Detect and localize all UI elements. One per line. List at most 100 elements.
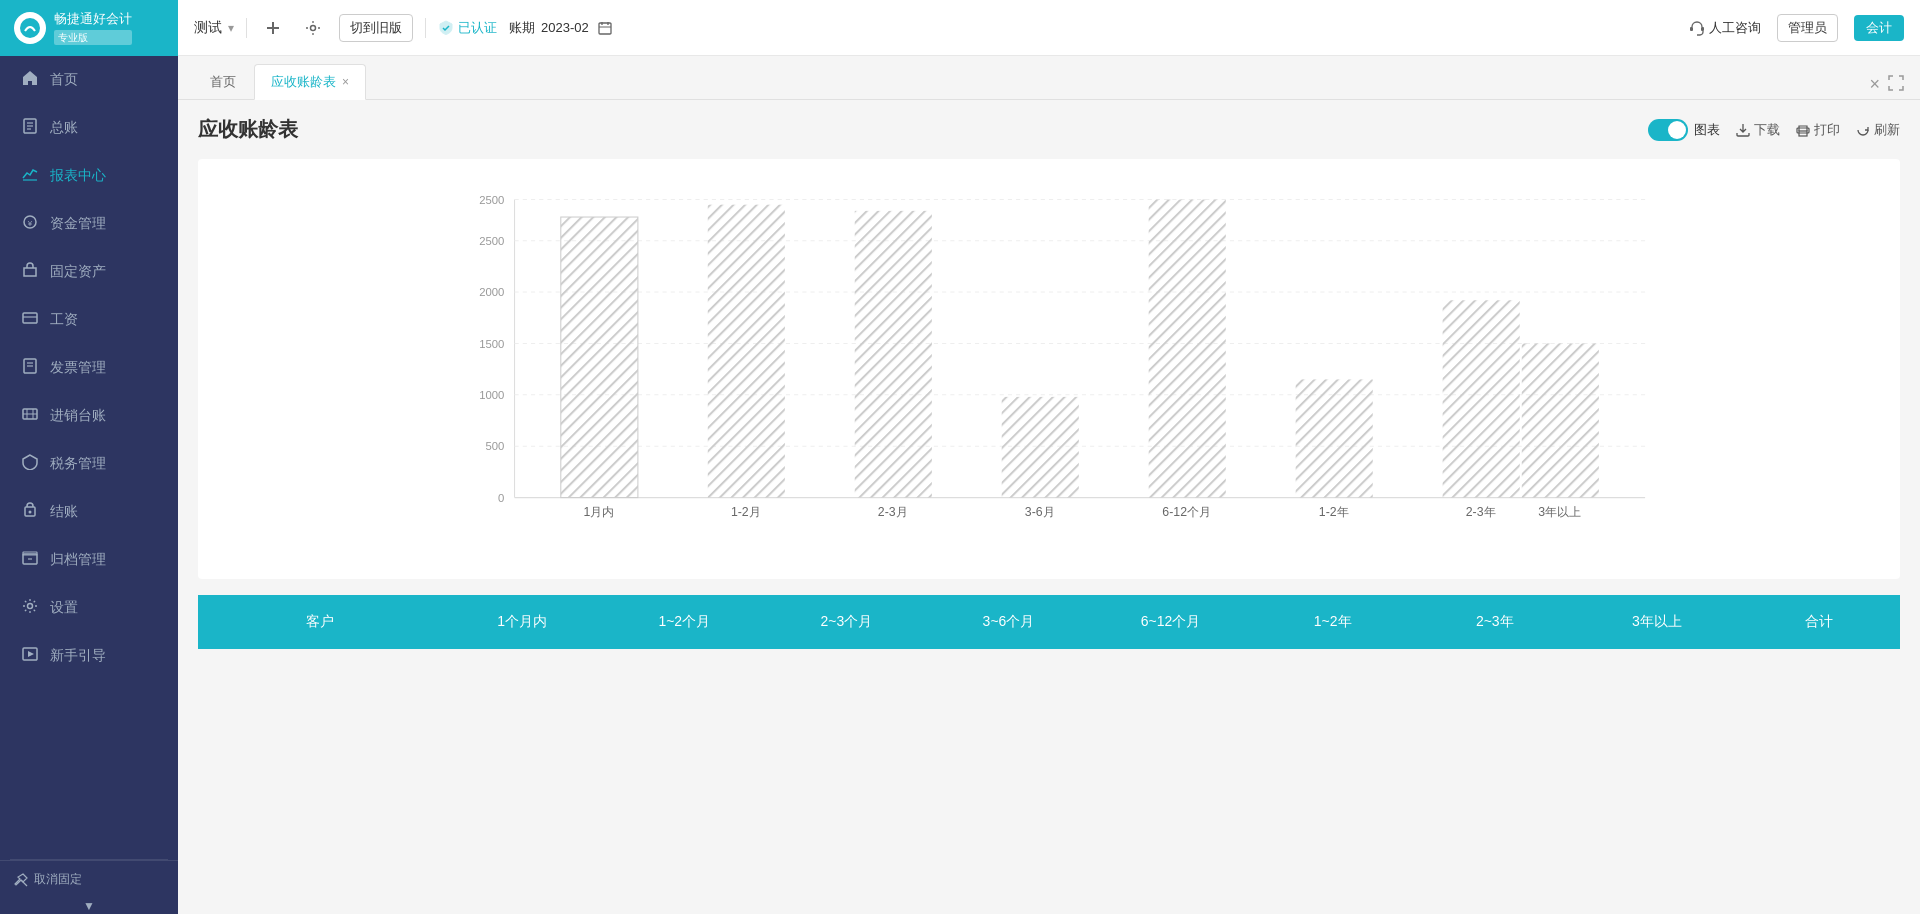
svg-text:1000: 1000: [479, 389, 504, 401]
col-header-3y-plus: 3年以上: [1576, 595, 1738, 649]
table-container: 客户 1个月内 1~2个月 2~3个月 3~6个月 6~12个月 1~2年 2~…: [198, 595, 1900, 649]
tab-home-label: 首页: [210, 73, 236, 91]
close-tab-button[interactable]: ×: [1869, 74, 1880, 95]
sidebar-item-sales[interactable]: 进销台账: [0, 392, 178, 440]
refresh-label: 刷新: [1874, 121, 1900, 139]
svg-rect-9: [23, 313, 37, 323]
refresh-button[interactable]: 刷新: [1856, 121, 1900, 139]
page-actions: 图表 下载 打印: [1648, 119, 1900, 141]
cancel-fixed-label: 取消固定: [34, 871, 82, 888]
svg-rect-30: [599, 23, 611, 34]
chart-container: 0 500 1000 1500 2000 2500 2500: [198, 159, 1900, 579]
settings-button[interactable]: [299, 14, 327, 42]
chart-toggle-group: 图表: [1648, 119, 1720, 141]
topbar-divider-1: [246, 18, 247, 38]
svg-rect-34: [1690, 27, 1693, 31]
svg-text:1500: 1500: [479, 338, 504, 350]
svg-rect-54: [561, 217, 638, 498]
svg-text:500: 500: [485, 440, 504, 452]
chart-toggle[interactable]: [1648, 119, 1688, 141]
user-button[interactable]: 管理员: [1777, 14, 1838, 42]
project-selector[interactable]: 测试 ▾: [194, 19, 234, 37]
topbar: 测试 ▾ 切到旧版 已认证 账期 2023-02: [178, 0, 1920, 56]
svg-rect-61: [1522, 343, 1599, 497]
svg-marker-25: [28, 651, 34, 657]
print-button[interactable]: 打印: [1796, 121, 1840, 139]
svg-text:1-2年: 1-2年: [1319, 505, 1349, 519]
svg-text:1-2月: 1-2月: [731, 505, 761, 519]
sidebar-label-newbie: 新手引导: [50, 647, 106, 665]
svg-text:2000: 2000: [479, 286, 504, 298]
sidebar-item-ledger[interactable]: 总账: [0, 104, 178, 152]
consult-button[interactable]: 人工咨询: [1689, 19, 1761, 37]
project-name: 测试: [194, 19, 222, 37]
svg-rect-60: [1443, 300, 1520, 497]
invoice-icon: [20, 358, 40, 378]
sidebar-item-reports[interactable]: 报表中心: [0, 152, 178, 200]
refresh-icon: [1856, 123, 1870, 137]
svg-rect-59: [1296, 379, 1373, 497]
reports-icon: [20, 166, 40, 186]
settings-icon: [20, 598, 40, 618]
svg-point-23: [28, 604, 33, 609]
tabbar-actions: ×: [1869, 74, 1904, 99]
period-display: 账期 2023-02: [509, 18, 615, 38]
tab-aging-label: 应收账龄表: [271, 73, 336, 91]
sidebar-label-reports: 报表中心: [50, 167, 106, 185]
calendar-button[interactable]: [595, 18, 615, 38]
sidebar-label-close: 结账: [50, 503, 78, 521]
chevron-down-icon: ▾: [228, 21, 234, 35]
sidebar-item-assets[interactable]: 固定资产: [0, 248, 178, 296]
sidebar-label-ledger: 总账: [50, 119, 78, 137]
app-logo: 畅捷通好会计 专业版: [0, 0, 178, 56]
tab-home[interactable]: 首页: [194, 65, 252, 99]
switch-version-button[interactable]: 切到旧版: [339, 14, 413, 42]
sidebar-label-payroll: 工资: [50, 311, 78, 329]
app-name: 畅捷通好会计 专业版: [54, 11, 132, 45]
bar-chart: 0 500 1000 1500 2000 2500 2500: [238, 179, 1860, 549]
download-button[interactable]: 下载: [1736, 121, 1780, 139]
col-header-2-3m: 2~3个月: [765, 595, 927, 649]
sidebar-item-close[interactable]: 结账: [0, 488, 178, 536]
col-header-1m: 1个月内: [441, 595, 603, 649]
svg-text:0: 0: [498, 492, 504, 504]
tabbar: 首页 应收账龄表 × ×: [178, 56, 1920, 100]
tab-close-icon[interactable]: ×: [342, 75, 349, 89]
sidebar-label-invoice: 发票管理: [50, 359, 106, 377]
certified-badge: 已认证: [438, 19, 497, 37]
accounting-button[interactable]: 会计: [1854, 15, 1904, 41]
sidebar-item-archive[interactable]: 归档管理: [0, 536, 178, 584]
svg-rect-57: [1002, 397, 1079, 498]
sidebar-item-home[interactable]: 首页: [0, 56, 178, 104]
page-title: 应收账龄表: [198, 116, 298, 143]
sidebar-item-settings[interactable]: 设置: [0, 584, 178, 632]
sidebar-item-invoice[interactable]: 发票管理: [0, 344, 178, 392]
page-header: 应收账龄表 图表 下载: [198, 116, 1900, 143]
sidebar-item-newbie[interactable]: 新手引导: [0, 632, 178, 680]
svg-text:6-12个月: 6-12个月: [1162, 505, 1211, 519]
tax-icon: [20, 454, 40, 474]
svg-rect-35: [1701, 27, 1704, 31]
expand-button[interactable]: [1888, 75, 1904, 95]
sidebar: 畅捷通好会计 专业版 首页 总账: [0, 0, 178, 914]
col-header-6-12m: 6~12个月: [1090, 595, 1252, 649]
sidebar-label-assets: 固定资产: [50, 263, 106, 281]
pin-icon: [14, 873, 28, 887]
sidebar-item-payroll[interactable]: 工资: [0, 296, 178, 344]
ledger-icon: [20, 118, 40, 138]
col-header-1-2m: 1~2个月: [603, 595, 765, 649]
archive-icon: [20, 550, 40, 570]
topbar-right: 人工咨询 管理员 会计: [1689, 14, 1904, 42]
svg-point-19: [29, 511, 32, 514]
sidebar-scroll-down[interactable]: ▼: [0, 898, 178, 914]
sidebar-item-tax[interactable]: 税务管理: [0, 440, 178, 488]
sidebar-item-funds[interactable]: ¥ 资金管理: [0, 200, 178, 248]
payroll-icon: [20, 310, 40, 330]
print-icon: [1796, 123, 1810, 137]
cancel-fixed-btn[interactable]: 取消固定: [0, 860, 178, 898]
tab-aging[interactable]: 应收账龄表 ×: [254, 64, 366, 100]
add-button[interactable]: [259, 14, 287, 42]
sidebar-label-funds: 资金管理: [50, 215, 106, 233]
download-icon: [1736, 123, 1750, 137]
sidebar-label-tax: 税务管理: [50, 455, 106, 473]
